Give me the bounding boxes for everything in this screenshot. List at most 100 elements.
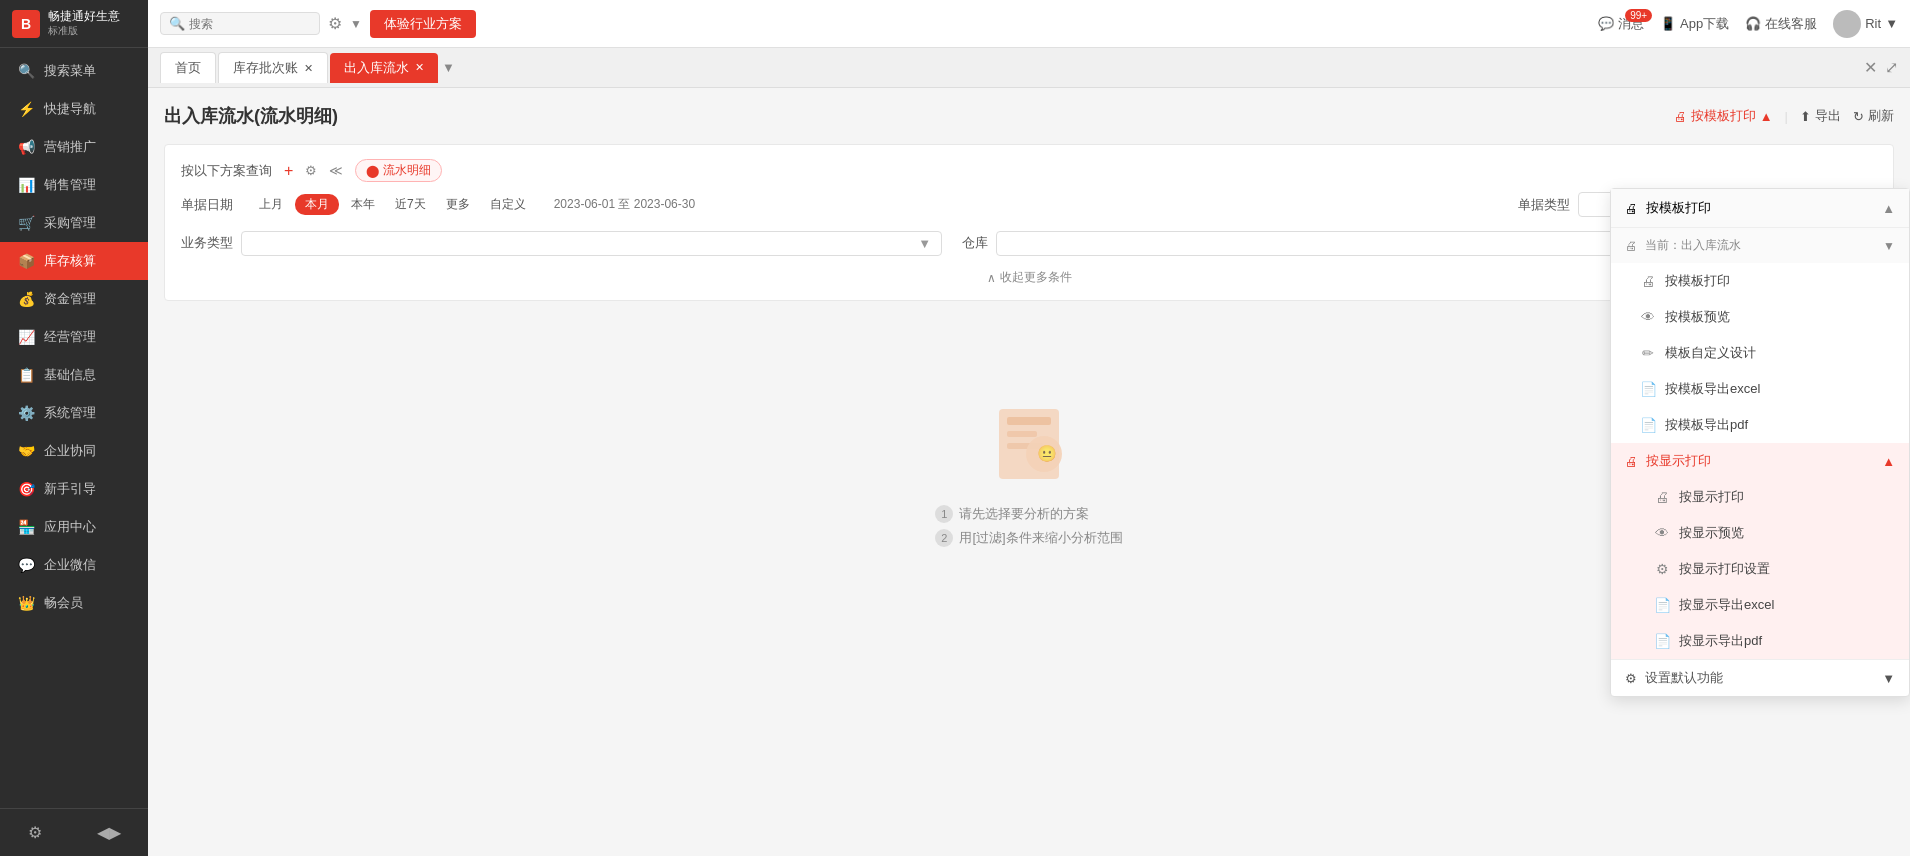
pdf-icon: 📄 [1639,417,1657,433]
filter-collapse-icon[interactable]: ≪ [329,163,343,178]
footer-settings-icon: ⚙ [1625,671,1637,686]
handshake-icon: 🤝 [16,443,36,459]
dropdown-header: 🖨 按模板打印 ▲ [1611,189,1909,228]
sidebar-item-finance[interactable]: 💰 资金管理 [0,280,148,318]
gear-icon: ⚙️ [16,405,36,421]
app-logo-icon: B [12,10,40,38]
date-btn-custom[interactable]: 自定义 [482,194,534,215]
tab-batch-account[interactable]: 库存批次账 ✕ [218,52,328,83]
refresh-btn[interactable]: ↻ 刷新 [1853,107,1894,125]
display-preview-icon: 👁 [1653,525,1671,541]
customer-service-btn[interactable]: 🎧 在线客服 [1745,15,1817,33]
dropdown-template-export-pdf[interactable]: 📄 按模板导出pdf [1611,407,1909,443]
window-close-btn[interactable]: ✕ [1864,58,1877,77]
sidebar-item-wechat[interactable]: 💬 企业微信 [0,546,148,584]
print-icon: 🖨 [1674,109,1687,124]
trial-btn[interactable]: 体验行业方案 [370,10,476,38]
dropdown-display-print-settings[interactable]: ⚙ 按显示打印设置 [1611,551,1909,587]
warehouse-pair: 仓库 ··· [962,231,1723,256]
trend-icon: 📈 [16,329,36,345]
sidebar-item-collab[interactable]: 🤝 企业协同 [0,432,148,470]
date-btn-last-month[interactable]: 上月 [251,194,291,215]
svg-rect-2 [1007,431,1037,437]
display-section-arrow-icon: ▲ [1882,454,1895,469]
sidebar-item-sales[interactable]: 📊 销售管理 [0,166,148,204]
sidebar-item-purchase[interactable]: 🛒 采购管理 [0,204,148,242]
tab-close-in-out-flow[interactable]: ✕ [415,61,424,74]
dropdown-template-export-excel[interactable]: 📄 按模板导出excel [1611,371,1909,407]
dropdown-footer[interactable]: ⚙ 设置默认功能 ▼ [1611,659,1909,696]
dropdown-template-print[interactable]: 🖨 按模板打印 [1611,263,1909,299]
dropdown-display-export-pdf[interactable]: 📄 按显示导出pdf [1611,623,1909,659]
app-download-btn[interactable]: 📱 App下载 [1660,15,1729,33]
filter-row-1: 按以下方案查询 + ⚙ ≪ ⬤ 流水明细 [181,159,1877,182]
window-expand-btn[interactable]: ⤢ [1885,58,1898,77]
display-print-sub-icon: 🖨 [1653,489,1671,505]
print-icon: 🖨 [1639,273,1657,289]
bill-type-label: 单据类型 [1518,196,1570,214]
filter-tag-flow-detail[interactable]: ⬤ 流水明细 [355,159,442,182]
footer-arrow-icon: ▼ [1882,671,1895,686]
target-icon: 🎯 [16,481,36,497]
page-content: 出入库流水(流水明细) 🖨 按模板打印 ▲ | ⬆ 导出 ↻ 刷新 [148,88,1910,856]
window-controls: ✕ ⤢ [1864,58,1898,77]
dropdown-display-section-header[interactable]: 🖨 按显示打印 ▲ [1611,443,1909,479]
dropdown-display-preview[interactable]: 👁 按显示预览 [1611,515,1909,551]
sidebar-item-operations[interactable]: 📈 经营管理 [0,318,148,356]
cart-icon: 🛒 [16,215,36,231]
business-type-select[interactable]: ▼ [241,231,942,256]
user-avatar[interactable]: Rit ▼ [1833,10,1898,38]
sidebar-item-quick-nav[interactable]: ⚡ 快捷导航 [0,90,148,128]
topbar-right: 💬 消息 99+ 📱 App下载 🎧 在线客服 Rit ▼ [1598,10,1898,38]
dropdown-arrow-icon[interactable]: ▼ [350,17,362,31]
message-btn[interactable]: 💬 消息 99+ [1598,15,1644,33]
sidebar-item-guide[interactable]: 🎯 新手引导 [0,470,148,508]
search-input[interactable] [189,17,299,31]
dropdown-display-section: 🖨 按显示打印 ▲ 🖨 按显示打印 👁 按显示预览 ⚙ 按显示打印设置 [1611,443,1909,659]
svg-rect-1 [1007,417,1051,425]
settings-icon[interactable]: ⚙ [328,14,342,33]
sidebar-logo: B 畅捷通好生意 标准版 [0,0,148,48]
dropdown-arrow-up-icon[interactable]: ▲ [1882,201,1895,216]
date-btn-more[interactable]: 更多 [438,194,478,215]
sidebar-item-inventory[interactable]: 📦 库存核算 [0,242,148,280]
filter-add-btn[interactable]: + [284,162,293,180]
dropdown-display-print[interactable]: 🖨 按显示打印 [1611,479,1909,515]
search-icon: 🔍 [169,16,185,31]
tab-home[interactable]: 首页 [160,52,216,83]
sidebar-settings-btn[interactable]: ⚙ [20,819,50,846]
wechat-icon: 💬 [16,557,36,573]
sidebar-item-member[interactable]: 👑 畅会员 [0,584,148,622]
dropdown-panel: 🖨 按模板打印 ▲ 🖨 当前：出入库流水 ▼ 🖨 按模板打印 👁 按模板预览 ✏… [1610,188,1910,697]
message-icon: 💬 [1598,16,1614,31]
filter-settings-icon[interactable]: ⚙ [305,163,317,178]
current-icon: 🖨 [1625,239,1637,253]
sidebar-item-marketing[interactable]: 📢 营销推广 [0,128,148,166]
sidebar-item-appstore[interactable]: 🏪 应用中心 [0,508,148,546]
export-btn[interactable]: ⬆ 导出 [1800,107,1841,125]
eye-icon: 👁 [1639,309,1657,325]
dropdown-current-label: 🖨 当前：出入库流水 ▼ [1611,228,1909,263]
dropdown-template-preview[interactable]: 👁 按模板预览 [1611,299,1909,335]
dropdown-display-export-excel[interactable]: 📄 按显示导出excel [1611,587,1909,623]
date-btn-this-year[interactable]: 本年 [343,194,383,215]
empty-tip-2: 2 用[过滤]条件来缩小分析范围 [935,529,1122,547]
print-template-btn[interactable]: 🖨 按模板打印 ▲ [1674,107,1773,125]
tab-close-batch-account[interactable]: ✕ [304,62,313,75]
sidebar-item-basic[interactable]: 📋 基础信息 [0,356,148,394]
empty-illustration: 😐 [969,389,1089,489]
refresh-icon: ↻ [1853,109,1864,124]
headset-icon: 🎧 [1745,16,1761,31]
date-btn-this-month[interactable]: 本月 [295,194,339,215]
sidebar-collapse-btn[interactable]: ◀▶ [89,819,129,846]
sidebar-item-search[interactable]: 🔍 搜索菜单 [0,52,148,90]
sidebar-item-system[interactable]: ⚙️ 系统管理 [0,394,148,432]
topbar-search-box[interactable]: 🔍 [160,12,320,35]
app-logo-text: 畅捷通好生意 标准版 [48,9,120,39]
clipboard-icon: 📋 [16,367,36,383]
tab-in-out-flow[interactable]: 出入库流水 ✕ [330,53,438,83]
date-btn-7days[interactable]: 近7天 [387,194,434,215]
dropdown-template-custom[interactable]: ✏ 模板自定义设计 [1611,335,1909,371]
tab-expand-btn[interactable]: ▼ [442,60,455,75]
filter-section-label: 按以下方案查询 [181,162,272,180]
